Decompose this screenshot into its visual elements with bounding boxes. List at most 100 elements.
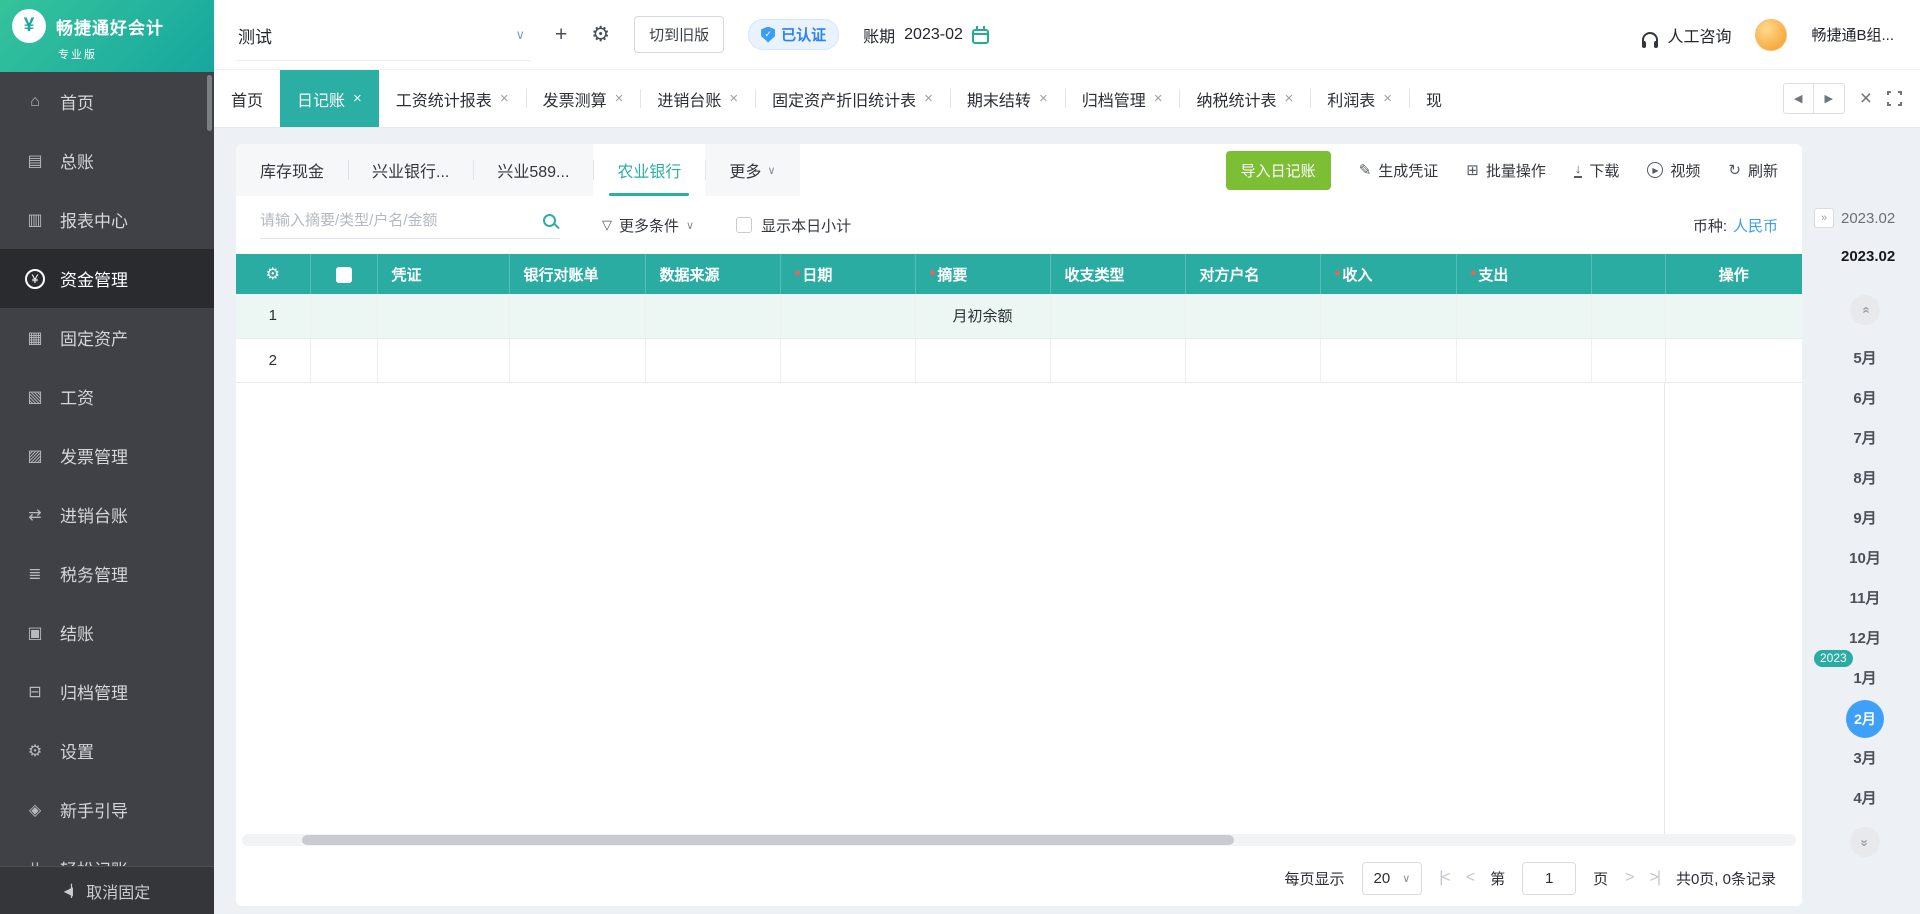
- more-conditions-button[interactable]: ▽ 更多条件 ∨: [602, 215, 694, 236]
- month-item[interactable]: 5月: [1814, 339, 1916, 379]
- close-icon[interactable]: ×: [1039, 90, 1048, 107]
- sidebar-scrollbar[interactable]: [207, 75, 212, 131]
- avatar[interactable]: [1755, 18, 1788, 51]
- close-icon[interactable]: ×: [500, 90, 509, 107]
- tab-period-end-carryover[interactable]: 期末结转 ×: [949, 70, 1065, 127]
- close-icon[interactable]: ×: [729, 90, 738, 107]
- close-icon[interactable]: ×: [1154, 90, 1163, 107]
- column-income-expense-type: 收支类型: [1050, 254, 1186, 294]
- tab-home[interactable]: 首页: [214, 70, 280, 127]
- sidebar-item-payroll[interactable]: ▧ 工资: [0, 367, 214, 426]
- subtab-row: 库存现金 兴业银行... 兴业589... 农业银行 更多 ∨ 导入日记账 ✎ …: [236, 144, 1802, 196]
- tab-depreciation-report[interactable]: 固定资产折旧统计表 ×: [755, 70, 950, 127]
- page-number-input[interactable]: [1522, 861, 1577, 895]
- certified-badge[interactable]: ✓ 已认证: [748, 19, 840, 50]
- tab-invoice-calc[interactable]: 发票测算 ×: [525, 70, 641, 127]
- add-icon[interactable]: +: [555, 24, 567, 45]
- collapse-rail-icon[interactable]: »: [1814, 208, 1834, 228]
- scroll-months-down-button[interactable]: »: [1850, 827, 1880, 857]
- sidebar-item-beginner-guide[interactable]: ◈ 新手引导: [0, 780, 214, 839]
- sidebar-item-purchase-sales-ledger[interactable]: ⇄ 进销台账: [0, 485, 214, 544]
- subtab-cib-bank[interactable]: 兴业银行...: [348, 144, 473, 196]
- prev-page-button[interactable]: <: [1466, 869, 1475, 887]
- table-row[interactable]: 2: [236, 338, 1802, 383]
- day-subtotal-checkbox[interactable]: [736, 217, 753, 233]
- scroll-tabs-right-button[interactable]: ▶: [1813, 82, 1845, 114]
- month-item[interactable]: 3月: [1814, 739, 1916, 779]
- tab-profit-statement[interactable]: 利润表 ×: [1310, 70, 1409, 127]
- sidebar-item-home[interactable]: ⌂ 首页: [0, 72, 214, 131]
- video-button[interactable]: ▶ 视频: [1647, 160, 1700, 181]
- search-box: [260, 211, 560, 239]
- subtab-cib-589[interactable]: 兴业589...: [473, 144, 593, 196]
- generate-voucher-button[interactable]: ✎ 生成凭证: [1359, 160, 1439, 181]
- sidebar-item-general-ledger[interactable]: ▤ 总账: [0, 131, 214, 190]
- edition-badge: 专业版: [58, 49, 97, 61]
- account-name[interactable]: 畅捷通B组...: [1811, 24, 1894, 45]
- scrollbar-thumb[interactable]: [302, 835, 1235, 845]
- select-all-checkbox[interactable]: [335, 266, 352, 283]
- sidebar-item-easy-bookkeeping[interactable]: ⇊ 轻松记账: [0, 839, 214, 867]
- gear-icon[interactable]: ⚙: [591, 24, 610, 45]
- tab-salary-report[interactable]: 工资统计报表 ×: [379, 70, 526, 127]
- sidebar-item-invoice-management[interactable]: ▨ 发票管理: [0, 426, 214, 485]
- subtab-more[interactable]: 更多 ∨: [705, 144, 799, 196]
- scroll-tabs-left-button[interactable]: ◀: [1782, 82, 1814, 114]
- subtab-agricultural-bank[interactable]: 农业银行: [593, 144, 706, 196]
- chevron-down-icon: ∨: [515, 27, 525, 42]
- per-page-select[interactable]: 20 ∨: [1361, 861, 1423, 895]
- company-select[interactable]: 测试 ∨: [236, 19, 531, 61]
- tab-cashflow-partial[interactable]: 现: [1409, 70, 1459, 127]
- subtab-cash[interactable]: 库存现金: [236, 144, 348, 196]
- column-settings-icon[interactable]: ⚙: [266, 266, 280, 283]
- accounting-period[interactable]: 账期 2023-02: [863, 23, 989, 47]
- switch-old-version-button[interactable]: 切到旧版: [634, 16, 725, 53]
- sidebar-item-tax-management[interactable]: ≣ 税务管理: [0, 544, 214, 603]
- sidebar-item-settings[interactable]: ⚙ 设置: [0, 721, 214, 780]
- month-item[interactable]: 7月: [1814, 419, 1916, 459]
- table-row[interactable]: 1 月初余额: [236, 294, 1802, 339]
- import-journal-button[interactable]: 导入日记账: [1225, 150, 1331, 190]
- batch-operations-button[interactable]: ⊞ 批量操作: [1466, 160, 1546, 181]
- close-all-tabs-icon[interactable]: ×: [1860, 88, 1872, 109]
- close-icon[interactable]: ×: [353, 90, 362, 107]
- fullscreen-icon[interactable]: [1885, 88, 1904, 108]
- horizontal-scrollbar[interactable]: [242, 834, 1796, 846]
- sidebar-item-closing[interactable]: ▣ 结账: [0, 603, 214, 662]
- headset-icon: [1642, 31, 1659, 48]
- tab-tax-report[interactable]: 纳税统计表 ×: [1179, 70, 1310, 127]
- last-page-button[interactable]: >|: [1649, 869, 1660, 887]
- tab-archive-management[interactable]: 归档管理 ×: [1064, 70, 1180, 127]
- show-day-subtotal-toggle[interactable]: 显示本日小计: [736, 215, 851, 236]
- search-input[interactable]: [260, 211, 510, 229]
- search-icon[interactable]: [543, 213, 556, 227]
- month-item[interactable]: 4月: [1814, 779, 1916, 819]
- refresh-button[interactable]: ↻ 刷新: [1728, 160, 1778, 181]
- currency-value[interactable]: 人民币: [1733, 215, 1778, 236]
- month-item[interactable]: 11月: [1814, 579, 1916, 619]
- month-item[interactable]: 9月: [1814, 499, 1916, 539]
- month-item[interactable]: 6月: [1814, 379, 1916, 419]
- support-button[interactable]: 人工咨询: [1642, 23, 1731, 48]
- close-icon[interactable]: ×: [924, 90, 933, 107]
- month-item[interactable]: 8月: [1814, 459, 1916, 499]
- scroll-months-up-button[interactable]: »: [1850, 295, 1880, 325]
- first-page-button[interactable]: |<: [1439, 869, 1450, 887]
- sidebar-item-fund-management[interactable]: ¥ 资金管理: [0, 249, 214, 308]
- tab-purchase-sales-ledger[interactable]: 进销台账 ×: [640, 70, 755, 127]
- fixed-asset-icon: ▦: [27, 329, 43, 347]
- close-icon[interactable]: ×: [1383, 90, 1392, 107]
- period-item[interactable]: 2023.02: [1841, 210, 1895, 227]
- tab-journal[interactable]: 日记账 ×: [280, 70, 379, 127]
- download-button[interactable]: ↓ 下载: [1573, 160, 1619, 181]
- sidebar-item-report-center[interactable]: ▥ 报表中心: [0, 190, 214, 249]
- sidebar-item-archive-management[interactable]: ⊟ 归档管理: [0, 662, 214, 721]
- sidebar-item-fixed-assets[interactable]: ▦ 固定资产: [0, 308, 214, 367]
- month-item-active[interactable]: 2月: [1846, 700, 1884, 738]
- close-icon[interactable]: ×: [1285, 90, 1294, 107]
- next-page-button[interactable]: >: [1625, 869, 1634, 887]
- month-item[interactable]: 10月: [1814, 539, 1916, 579]
- unpin-sidebar-button[interactable]: ◀▏ 取消固定: [0, 866, 214, 914]
- period-item-current[interactable]: 2023.02: [1841, 248, 1895, 265]
- close-icon[interactable]: ×: [615, 90, 624, 107]
